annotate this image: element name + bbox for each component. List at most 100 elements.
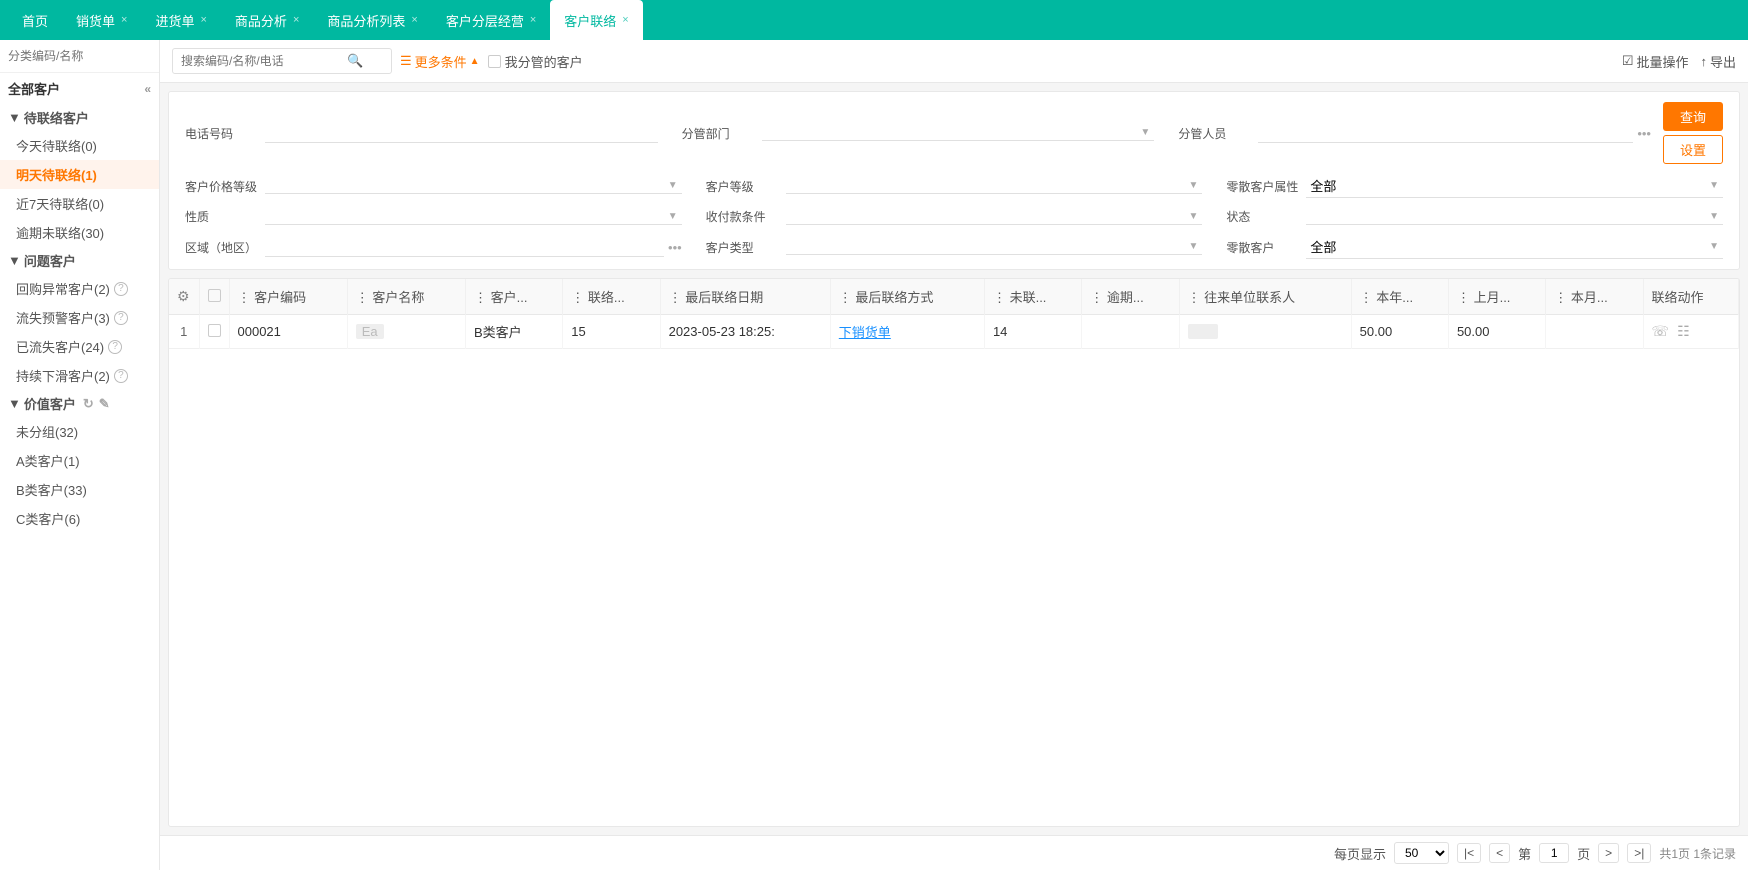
customer-type-select[interactable]: ▼ <box>786 239 1203 255</box>
my-customers-checkbox[interactable]: 我分管的客户 <box>488 52 583 71</box>
col-actions: 联络动作 <box>1643 279 1738 315</box>
main-layout: 🔍 全部客户 « ▼待联络客户 今天待联络(0) 明天待联络(1) 近7天待联络… <box>0 40 1748 870</box>
row-num: 1 <box>169 315 199 349</box>
nav-home[interactable]: 首页 <box>8 0 62 40</box>
sidebar-item-churn-warning[interactable]: 流失预警客户(3) ? <box>0 303 159 332</box>
filter-row-3: 性质 ▼ 收付款条件 ▼ 状态 <box>185 208 1723 225</box>
customer-code: 000021 <box>229 315 347 349</box>
last-contact-method-link[interactable]: 下销货单 <box>839 325 891 340</box>
prev-page-button[interactable]: < <box>1489 843 1510 863</box>
col-customer-code: ⋮ 客户编码 <box>229 279 347 315</box>
nav-product-analysis-list[interactable]: 商品分析列表 × <box>313 0 431 40</box>
row-checkbox[interactable] <box>199 315 229 349</box>
last-page-button[interactable]: >| <box>1627 843 1651 863</box>
filter-row-2: 客户价格等级 ▼ 客户等级 ▼ 零散客户属性 <box>185 174 1723 198</box>
help-icon[interactable]: ? <box>114 282 128 296</box>
phone-input[interactable] <box>265 124 658 143</box>
nature-select[interactable]: ▼ <box>265 209 682 225</box>
sidebar-item-today-pending[interactable]: 今天待联络(0) <box>0 131 159 160</box>
chevron-down-icon: ▼ <box>1140 127 1150 138</box>
sidebar-item-abnormal-repurchase[interactable]: 回购异常客户(2) ? <box>0 274 159 303</box>
status-select[interactable]: ▼ <box>1306 209 1723 225</box>
filter-payment: 收付款条件 ▼ <box>706 208 1203 225</box>
region-input[interactable] <box>265 238 664 257</box>
sidebar-search-input[interactable] <box>8 49 160 63</box>
action-phone-icon[interactable]: ☏ <box>1652 323 1670 340</box>
more-options-icon[interactable]: ••• <box>1637 126 1651 141</box>
more-options-icon[interactable]: ••• <box>668 240 682 255</box>
batch-operation-button[interactable]: ☑ 批量操作 <box>1622 52 1689 71</box>
query-button[interactable]: 查询 <box>1663 102 1723 131</box>
sidebar-search-area: 🔍 <box>0 40 159 73</box>
sidebar-value-group: ▼价值客户 ↻ ✎ <box>0 390 159 417</box>
chevron-down-icon: ▼ <box>1709 241 1719 252</box>
sidebar-item-overdue-pending[interactable]: 逾期未联络(30) <box>0 218 159 247</box>
help-icon[interactable]: ? <box>114 311 128 325</box>
sidebar-item-b-class[interactable]: B类客户(33) <box>0 475 159 504</box>
filter-region: 区域（地区） ••• <box>185 238 682 257</box>
filter-retail-customer: 零散客户 全部 ▼ <box>1226 235 1723 259</box>
nav-customer-layering[interactable]: 客户分层经营 × <box>432 0 550 40</box>
retail-attr-select[interactable]: 全部 ▼ <box>1306 174 1723 198</box>
gear-icon[interactable]: ⚙ <box>177 288 190 304</box>
filter-row-4: 区域（地区） ••• 客户类型 ▼ 零散客户 全部 <box>185 235 1723 259</box>
dept-select[interactable]: ▼ <box>762 125 1155 141</box>
nav-sales-order[interactable]: 销货单 × <box>62 0 141 40</box>
this-year: 50.00 <box>1351 315 1448 349</box>
next-page-button[interactable]: > <box>1598 843 1619 863</box>
sidebar-item-churned[interactable]: 已流失客户(24) ? <box>0 332 159 361</box>
nav-product-analysis[interactable]: 商品分析 × <box>221 0 313 40</box>
value-grade-select[interactable]: ▼ <box>265 178 682 194</box>
person-input[interactable] <box>1258 124 1633 143</box>
search-input[interactable] <box>181 54 341 68</box>
content-area: 🔍 ☰ 更多条件 ▲ 我分管的客户 ☑ 批量操作 ↑ 导出 <box>160 40 1748 870</box>
checkbox-icon[interactable] <box>208 324 221 337</box>
customer-table: ⚙ ⋮ 客户编码 ⋮ 客户名称 <box>169 279 1739 349</box>
top-navigation: 首页 销货单 × 进货单 × 商品分析 × 商品分析列表 × 客户分层经营 × … <box>0 0 1748 40</box>
checkbox-icon[interactable] <box>208 289 221 302</box>
chevron-down-icon: ▼ <box>668 180 678 191</box>
close-icon[interactable]: × <box>622 14 628 26</box>
help-icon[interactable]: ? <box>108 340 122 354</box>
sidebar-item-declining[interactable]: 持续下滑客户(2) ? <box>0 361 159 390</box>
close-icon[interactable]: × <box>293 14 299 26</box>
close-icon[interactable]: × <box>200 14 206 26</box>
reset-button[interactable]: 设置 <box>1663 135 1723 164</box>
customer-grade-select[interactable]: ▼ <box>786 178 1203 194</box>
more-filter-button[interactable]: ☰ 更多条件 ▲ <box>400 52 480 71</box>
sidebar-all-customers[interactable]: 全部客户 « <box>0 73 159 104</box>
page-number-input[interactable] <box>1539 843 1569 863</box>
close-icon[interactable]: × <box>121 14 127 26</box>
close-icon[interactable]: × <box>530 14 536 26</box>
page-size-select[interactable]: 50 100 200 <box>1394 842 1449 864</box>
filter-nature: 性质 ▼ <box>185 208 682 225</box>
retail-customer-select[interactable]: 全部 ▼ <box>1306 235 1723 259</box>
refresh-icon[interactable]: ↻ <box>83 396 94 412</box>
edit-icon[interactable]: ✎ <box>99 396 110 412</box>
chevron-down-icon: ▼ <box>1188 211 1198 222</box>
collapse-icon[interactable]: « <box>144 82 151 96</box>
contact-person <box>1179 315 1351 349</box>
nav-purchase-order[interactable]: 进货单 × <box>141 0 220 40</box>
sidebar-item-ungrouped[interactable]: 未分组(32) <box>0 417 159 446</box>
col-this-month: ⋮ 本月... <box>1546 279 1643 315</box>
search-button[interactable]: 🔍 <box>347 53 363 69</box>
sidebar-item-c-class[interactable]: C类客户(6) <box>0 504 159 533</box>
action-grid-icon[interactable]: ☷ <box>1677 323 1690 340</box>
checkbox-icon: ☑ <box>1622 53 1634 69</box>
pagination: 每页显示 50 100 200 |< < 第 页 > >| 共1页 1条记录 <box>160 835 1748 870</box>
sidebar-item-tomorrow-pending[interactable]: 明天待联络(1) <box>0 160 159 189</box>
customer-name-blurred: Ea <box>356 324 384 339</box>
first-page-button[interactable]: |< <box>1457 843 1481 863</box>
row-actions: ☏ ☷ <box>1643 315 1738 349</box>
last-contact-date: 2023-05-23 18:25: <box>660 315 830 349</box>
export-button[interactable]: ↑ 导出 <box>1700 52 1736 71</box>
toolbar-right: ☑ 批量操作 ↑ 导出 <box>1622 52 1736 71</box>
sidebar-item-week-pending[interactable]: 近7天待联络(0) <box>0 189 159 218</box>
nav-customer-contact[interactable]: 客户联络 × <box>550 0 642 40</box>
sidebar-item-a-class[interactable]: A类客户(1) <box>0 446 159 475</box>
col-last-month: ⋮ 上月... <box>1448 279 1545 315</box>
close-icon[interactable]: × <box>411 14 417 26</box>
payment-select[interactable]: ▼ <box>786 209 1203 225</box>
help-icon[interactable]: ? <box>114 369 128 383</box>
